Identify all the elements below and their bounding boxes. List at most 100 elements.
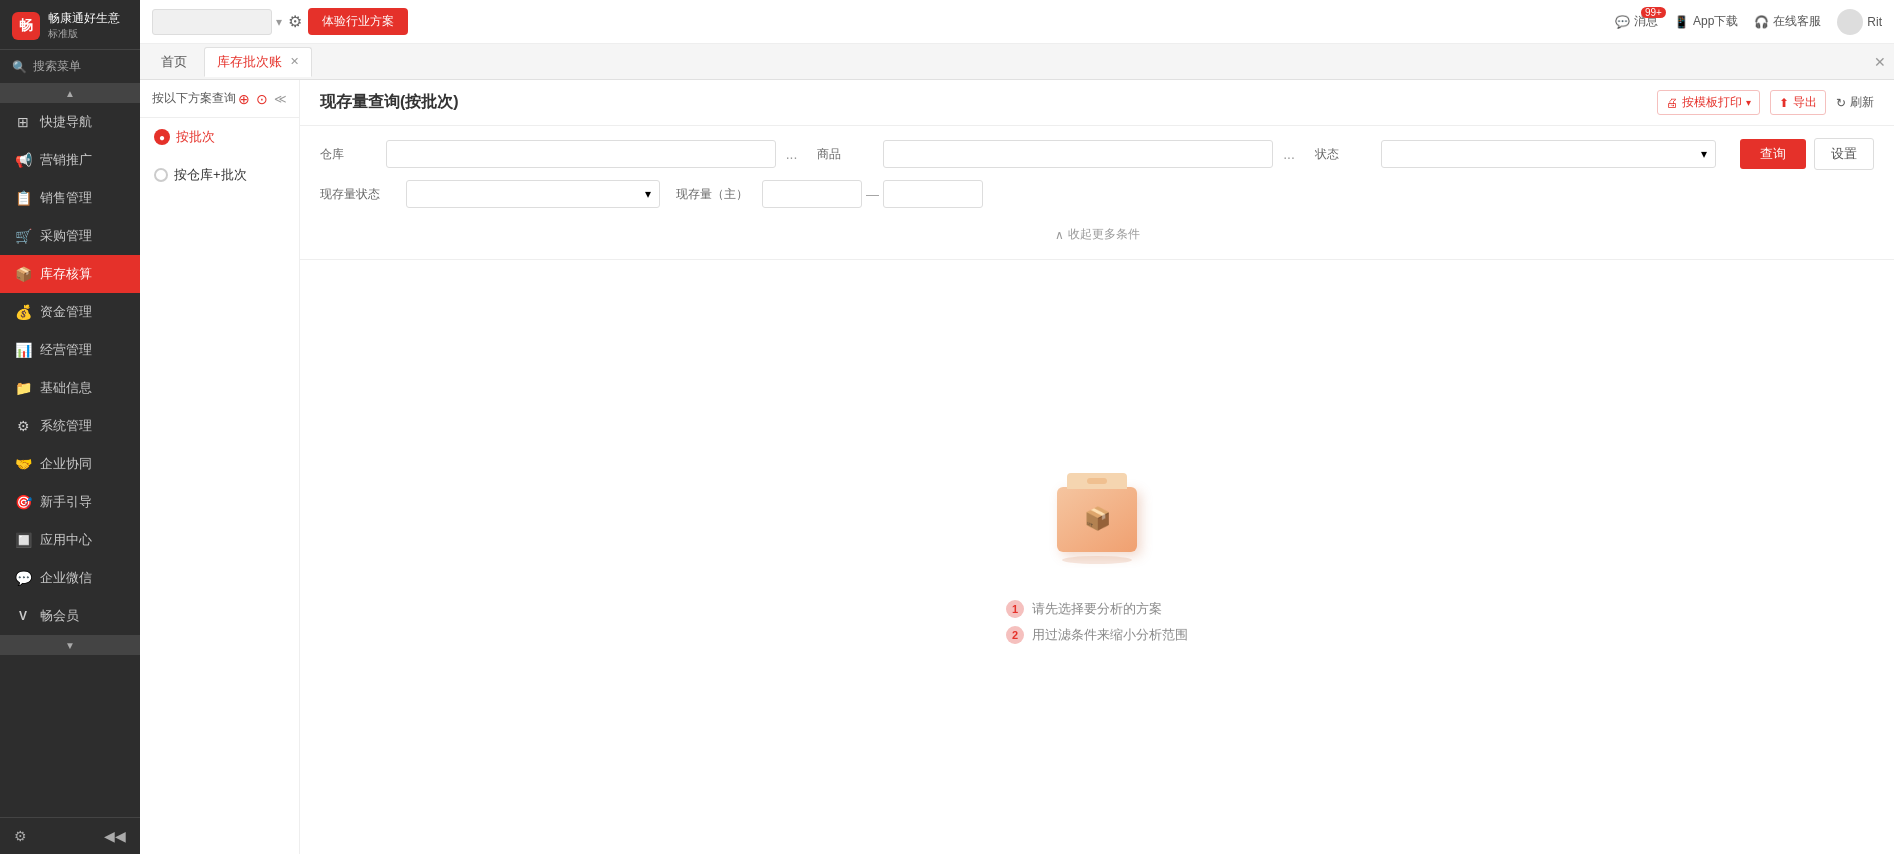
export-button[interactable]: ⬆ 导出 [1770,90,1826,115]
status-field: 状态 ▾ [1315,140,1716,168]
scheme-settings-icon[interactable]: ⊙ [256,91,268,107]
sidebar-item-inventory[interactable]: 📦 库存核算 [0,255,140,293]
sidebar-item-label: 资金管理 [40,303,92,321]
inventory-qty-max[interactable] [883,180,983,208]
range-separator: — [866,187,879,202]
tab-inventory-batch[interactable]: 库存批次账 ✕ [204,47,312,77]
sidebar-item-label: 新手引导 [40,493,92,511]
tab-bar: 首页 库存批次账 ✕ ✕ [140,44,1894,80]
user-profile[interactable]: Rit [1837,9,1882,35]
warehouse-more-icon[interactable]: ... [782,146,802,162]
sidebar-item-label: 基础信息 [40,379,92,397]
tab-close-icon[interactable]: ✕ [290,55,299,68]
sidebar-item-newuser[interactable]: 🎯 新手引导 [0,483,140,521]
left-panel: 按以下方案查询 ⊕ ⊙ ≪ ● 按批次 按仓库+批次 [140,80,300,854]
add-scheme-icon[interactable]: ⊕ [238,91,250,107]
sidebar-item-finance[interactable]: 💰 资金管理 [0,293,140,331]
enterprise-icon: 🤝 [14,455,32,473]
sidebar-item-sales[interactable]: 📋 销售管理 [0,179,140,217]
sidebar-item-purchase[interactable]: 🛒 采购管理 [0,217,140,255]
collapse-panel-icon[interactable]: ≪ [274,92,287,106]
collapse-more[interactable]: ∧ 收起更多条件 [320,218,1874,247]
sidebar-item-system[interactable]: ⚙ 系统管理 [0,407,140,445]
sidebar-item-apps[interactable]: 🔲 应用中心 [0,521,140,559]
sidebar-item-basic[interactable]: 📁 基础信息 [0,369,140,407]
product-field: 商品 ... [817,140,1298,168]
sidebar-header: 畅 畅康通好生意 标准版 [0,0,140,50]
product-input[interactable] [883,140,1273,168]
sidebar-item-marketing[interactable]: 📢 营销推广 [0,141,140,179]
template-print-label: 按模板打印 [1682,94,1742,111]
left-panel-title: 按以下方案查询 [152,90,236,107]
trial-button[interactable]: 体验行业方案 [308,8,408,35]
settings-icon[interactable]: ⚙ [14,828,27,844]
sidebar-item-label: 企业协同 [40,455,92,473]
status-select[interactable]: ▾ [1381,140,1716,168]
collapse-sidebar-icon[interactable]: ◀◀ [104,828,126,844]
empty-hint-1: 1 请先选择要分析的方案 [1006,600,1188,618]
newuser-icon: 🎯 [14,493,32,511]
filter-row-2: 现存量状态 ▾ 现存量（主） — [320,180,1874,208]
hint-num-2: 2 [1006,626,1024,644]
sidebar-nav: ▲ ⊞ 快捷导航 📢 营销推广 📋 销售管理 🛒 采购管理 📦 库存核算 💰 资… [0,83,140,817]
batch-label: 按批次 [176,128,215,146]
filter-area: 仓库 ... 商品 ... 状态 ▾ [300,126,1894,260]
close-all-icon[interactable]: ✕ [1874,54,1886,70]
sidebar-search[interactable]: 🔍 搜索菜单 [0,50,140,83]
scroll-up-button[interactable]: ▲ [0,83,140,103]
sidebar-item-wechat[interactable]: 💬 企业微信 [0,559,140,597]
left-panel-item-warehouse-batch[interactable]: 按仓库+批次 [140,156,299,194]
topbar-gear-icon[interactable]: ⚙ [288,12,302,31]
page-title-bar: 现存量查询(按批次) 🖨 按模板打印 ▾ ⬆ 导出 ↻ 刷新 [300,80,1894,126]
product-label: 商品 [817,146,877,163]
inventory-qty-label: 现存量（主） [676,186,756,203]
marketing-icon: 📢 [14,151,32,169]
warehouse-input[interactable] [386,140,776,168]
sidebar: 畅 畅康通好生意 标准版 🔍 搜索菜单 ▲ ⊞ 快捷导航 📢 营销推广 📋 销售… [0,0,140,854]
tab-inventory-batch-label: 库存批次账 [217,53,282,71]
refresh-button[interactable]: ↻ 刷新 [1836,94,1874,111]
sidebar-item-enterprise[interactable]: 🤝 企业协同 [0,445,140,483]
breadcrumb-input-group: ▾ [152,9,282,35]
warehouse-batch-label: 按仓库+批次 [174,166,247,184]
inventory-qty-min[interactable] [762,180,862,208]
sidebar-item-label: 快捷导航 [40,113,92,131]
refresh-icon: ↻ [1836,96,1846,110]
filter-row-1: 仓库 ... 商品 ... 状态 ▾ [320,138,1874,170]
sidebar-item-operations[interactable]: 📊 经营管理 [0,331,140,369]
app-download-button[interactable]: 📱 App下载 [1674,13,1738,30]
breadcrumb-input[interactable] [152,9,272,35]
settings-button[interactable]: 设置 [1814,138,1874,170]
right-content: 现存量查询(按批次) 🖨 按模板打印 ▾ ⬆ 导出 ↻ 刷新 [300,80,1894,854]
sidebar-item-member[interactable]: V 畅会员 [0,597,140,635]
scroll-down-button[interactable]: ▼ [0,635,140,655]
query-button[interactable]: 查询 [1740,139,1806,169]
message-badge: 99+ [1641,7,1666,18]
search-icon: 🔍 [12,60,27,74]
template-print-button[interactable]: 🖨 按模板打印 ▾ [1657,90,1760,115]
empty-illustration: 📦 [1037,470,1157,580]
print-chevron-icon[interactable]: ▾ [1746,97,1751,108]
product-more-icon[interactable]: ... [1279,146,1299,162]
app-name: 畅康通好生意 [48,10,120,27]
export-label: 导出 [1793,94,1817,111]
service-button[interactable]: 🎧 在线客服 [1754,13,1821,30]
sidebar-item-quick-nav[interactable]: ⊞ 快捷导航 [0,103,140,141]
empty-face: 📦 [1084,506,1111,532]
empty-state: 📦 1 请先选择要分析的方案 2 用过滤条件来缩小分析范围 [300,260,1894,854]
page-title: 现存量查询(按批次) [320,92,459,113]
topbar: ▾ ⚙ 体验行业方案 💬 消息 99+ 📱 App下载 🎧 在线客服 Rit [140,0,1894,44]
message-button[interactable]: 💬 消息 99+ [1615,13,1658,30]
warehouse-batch-dot [154,168,168,182]
inventory-status-select[interactable]: ▾ [406,180,660,208]
left-panel-item-batch[interactable]: ● 按批次 [140,118,299,156]
breadcrumb-chevron-icon[interactable]: ▾ [276,15,282,29]
hint-text-2: 用过滤条件来缩小分析范围 [1032,626,1188,644]
tab-home[interactable]: 首页 [148,47,200,77]
warehouse-label: 仓库 [320,146,380,163]
topbar-left: ▾ ⚙ 体验行业方案 [152,8,1607,35]
tab-home-label: 首页 [161,53,187,71]
print-icon: 🖨 [1666,96,1678,110]
refresh-label: 刷新 [1850,94,1874,111]
sidebar-item-label: 应用中心 [40,531,92,549]
